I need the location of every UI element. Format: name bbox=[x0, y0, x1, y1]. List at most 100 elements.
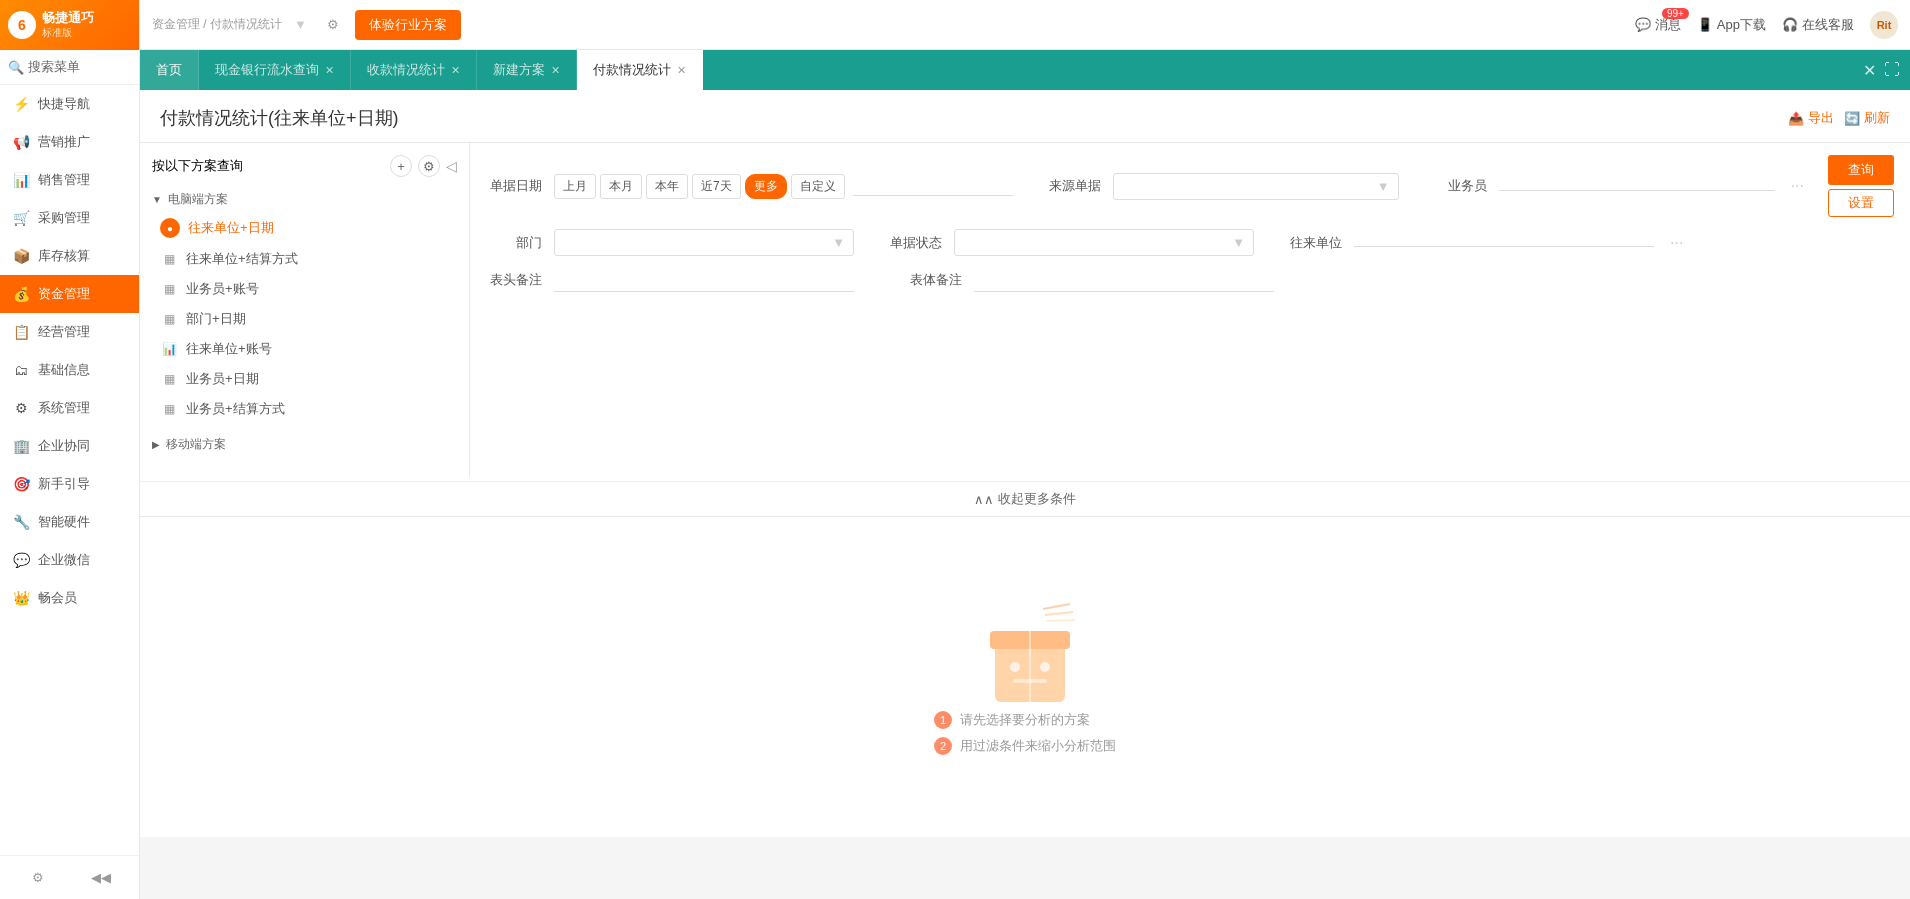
tab-close-all-btn[interactable]: ✕ bbox=[1863, 61, 1876, 80]
message-btn[interactable]: 💬 消息 99+ bbox=[1635, 16, 1681, 34]
scheme-item-staff-account[interactable]: ▦ 业务员+账号 bbox=[152, 274, 457, 304]
sidebar-item-wechat[interactable]: 💬 企业微信 bbox=[0, 541, 139, 579]
dept-select[interactable]: ▼ bbox=[554, 229, 854, 256]
sidebar-item-label: 智能硬件 bbox=[38, 513, 90, 531]
empty-illustration bbox=[965, 599, 1085, 699]
breadcrumb-arrow: ▼ bbox=[294, 17, 307, 32]
query-btn[interactable]: 查询 bbox=[1828, 155, 1894, 185]
scheme-item-unit-date[interactable]: ● 往来单位+日期 bbox=[152, 212, 457, 244]
unit-more-btn[interactable]: ··· bbox=[1670, 234, 1683, 252]
user-avatar[interactable]: Rit bbox=[1870, 11, 1898, 39]
scheme-item-label: 业务员+结算方式 bbox=[186, 400, 285, 418]
sidebar-item-enterprise[interactable]: 🏢 企业协同 bbox=[0, 427, 139, 465]
pc-section-arrow: ▼ bbox=[152, 194, 162, 205]
scheme-item-staff-settle[interactable]: ▦ 业务员+结算方式 bbox=[152, 394, 457, 424]
custom-btn[interactable]: 自定义 bbox=[791, 174, 845, 199]
sidebar-item-marketing[interactable]: 📢 营销推广 bbox=[0, 123, 139, 161]
sidebar-item-member[interactable]: 👑 畅会员 bbox=[0, 579, 139, 617]
sidebar-item-system[interactable]: ⚙ 系统管理 bbox=[0, 389, 139, 427]
sidebar-search[interactable]: 🔍 搜索菜单 bbox=[0, 50, 139, 85]
this-month-btn[interactable]: 本月 bbox=[600, 174, 642, 199]
scheme-settings-btn[interactable]: ⚙ bbox=[418, 155, 440, 177]
staff-input[interactable] bbox=[1499, 182, 1775, 191]
last-month-btn[interactable]: 上月 bbox=[554, 174, 596, 199]
sidebar-settings-btn[interactable]: ⚙ bbox=[10, 866, 66, 889]
scheme-icon: ▦ bbox=[160, 370, 178, 388]
more-btn[interactable]: 更多 bbox=[745, 174, 787, 199]
industry-btn[interactable]: 体验行业方案 bbox=[355, 10, 461, 40]
guide-icon: 🎯 bbox=[12, 475, 30, 493]
sidebar-item-inventory[interactable]: 📦 库存核算 bbox=[0, 237, 139, 275]
sidebar-item-label: 销售管理 bbox=[38, 171, 90, 189]
filter-area: 按以下方案查询 + ⚙ ◁ ▼ 电脑端方案 bbox=[140, 143, 1910, 477]
staff-more-btn[interactable]: ··· bbox=[1791, 177, 1804, 195]
last-7-btn[interactable]: 近7天 bbox=[692, 174, 741, 199]
this-year-btn[interactable]: 本年 bbox=[646, 174, 688, 199]
filter-settings-btn[interactable]: 设置 bbox=[1828, 189, 1894, 217]
unit-input[interactable] bbox=[1354, 238, 1654, 247]
mobile-section-arrow: ▶ bbox=[152, 439, 160, 450]
svg-line-3 bbox=[1043, 604, 1070, 609]
note-header-input[interactable] bbox=[554, 268, 854, 292]
scheme-item-unit-account[interactable]: 📊 往来单位+账号 bbox=[152, 334, 457, 364]
sidebar-item-shortcut[interactable]: ⚡ 快捷导航 bbox=[0, 85, 139, 123]
tab-receipt-close[interactable]: ✕ bbox=[451, 64, 460, 77]
status-select[interactable]: ▼ bbox=[954, 229, 1254, 256]
sidebar-item-label: 快捷导航 bbox=[38, 95, 90, 113]
note-body-input[interactable] bbox=[974, 268, 1274, 292]
mobile-scheme-title[interactable]: ▶ 移动端方案 bbox=[152, 432, 457, 457]
scheme-item-dept-date[interactable]: ▦ 部门+日期 bbox=[152, 304, 457, 334]
tab-payment-label: 付款情况统计 bbox=[593, 61, 671, 79]
tab-home[interactable]: 首页 bbox=[140, 50, 199, 90]
tip-1-text: 请先选择要分析的方案 bbox=[960, 711, 1090, 729]
sidebar-item-label: 库存核算 bbox=[38, 247, 90, 265]
page-header-actions: 📤 导出 🔄 刷新 bbox=[1788, 109, 1890, 139]
wechat-icon: 💬 bbox=[12, 551, 30, 569]
collapse-more-btn[interactable]: ∧∧ 收起更多条件 bbox=[140, 481, 1910, 516]
tab-payment-close[interactable]: ✕ bbox=[677, 64, 686, 77]
tab-bank[interactable]: 现金银行流水查询 ✕ bbox=[199, 50, 351, 90]
add-scheme-btn[interactable]: + bbox=[390, 155, 412, 177]
refresh-btn[interactable]: 🔄 刷新 bbox=[1844, 109, 1890, 127]
tab-receipt[interactable]: 收款情况统计 ✕ bbox=[351, 50, 477, 90]
sidebar-item-capital[interactable]: 💰 资金管理 bbox=[0, 275, 139, 313]
sidebar-item-purchase[interactable]: 🛒 采购管理 bbox=[0, 199, 139, 237]
export-btn[interactable]: 📤 导出 bbox=[1788, 109, 1834, 127]
sidebar-item-operations[interactable]: 📋 经营管理 bbox=[0, 313, 139, 351]
date-range-input[interactable]: 2022-01-01 至 2022-12-31 bbox=[853, 177, 1013, 196]
app-download-btn[interactable]: 📱 App下载 bbox=[1697, 16, 1766, 34]
sidebar-item-sales[interactable]: 📊 销售管理 bbox=[0, 161, 139, 199]
topbar: 资金管理 / 付款情况统计 ▼ ⚙ 体验行业方案 💬 消息 99+ 📱 App下… bbox=[140, 0, 1910, 50]
filter-row-1: 单据日期 上月 本月 本年 近7天 更多 自定义 2022-01-01 至 20… bbox=[486, 155, 1894, 217]
svg-rect-8 bbox=[1013, 679, 1047, 683]
service-btn[interactable]: 🎧 在线客服 bbox=[1782, 16, 1854, 34]
tab-bank-close[interactable]: ✕ bbox=[325, 64, 334, 77]
collapse-icon: ◀◀ bbox=[91, 870, 111, 885]
svg-line-4 bbox=[1045, 612, 1073, 615]
tab-maximize-btn[interactable]: ⛶ bbox=[1884, 61, 1900, 79]
scheme-item-unit-settle[interactable]: ▦ 往来单位+结算方式 bbox=[152, 244, 457, 274]
svg-point-7 bbox=[1040, 662, 1050, 672]
tab-payment[interactable]: 付款情况统计 ✕ bbox=[577, 50, 703, 90]
sidebar-item-label: 新手引导 bbox=[38, 475, 90, 493]
sidebar-item-guide[interactable]: 🎯 新手引导 bbox=[0, 465, 139, 503]
pc-scheme-title[interactable]: ▼ 电脑端方案 bbox=[152, 187, 457, 212]
topbar-gear-icon[interactable]: ⚙ bbox=[327, 17, 339, 32]
tab-receipt-label: 收款情况统计 bbox=[367, 61, 445, 79]
filter-row-3: 表头备注 表体备注 bbox=[486, 268, 1894, 292]
sidebar-collapse-btn[interactable]: ◀◀ bbox=[74, 866, 130, 889]
tab-new-scheme[interactable]: 新建方案 ✕ bbox=[477, 50, 577, 90]
source-select[interactable]: ▼ bbox=[1113, 173, 1399, 200]
inventory-icon: 📦 bbox=[12, 247, 30, 265]
tab-bank-label: 现金银行流水查询 bbox=[215, 61, 319, 79]
tab-new-scheme-close[interactable]: ✕ bbox=[551, 64, 560, 77]
sidebar-item-hardware[interactable]: 🔧 智能硬件 bbox=[0, 503, 139, 541]
tip-1-num: 1 bbox=[934, 711, 952, 729]
left-panel-collapse-btn[interactable]: ◁ bbox=[446, 158, 457, 174]
sidebar-item-basic[interactable]: 🗂 基础信息 bbox=[0, 351, 139, 389]
operations-icon: 📋 bbox=[12, 323, 30, 341]
staff-label: 业务员 bbox=[1431, 177, 1487, 195]
scheme-item-staff-date[interactable]: ▦ 业务员+日期 bbox=[152, 364, 457, 394]
service-icon: 🎧 bbox=[1782, 17, 1798, 32]
sidebar-header: 6 畅捷通巧 标准版 bbox=[0, 0, 139, 50]
